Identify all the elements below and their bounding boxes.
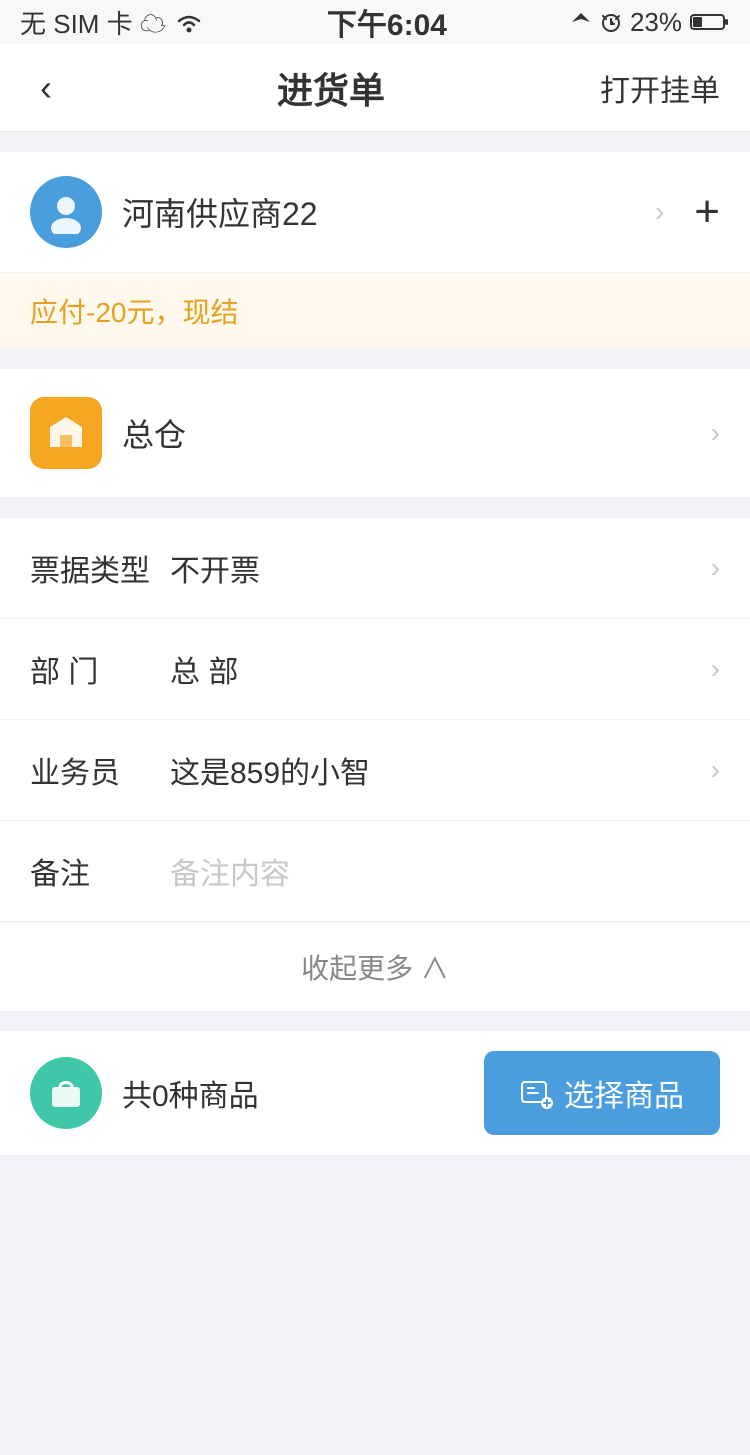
warehouse-icon (46, 413, 86, 453)
warehouse-icon-bg (30, 397, 102, 469)
status-bar: 无 SIM 卡 ☁ 下午6:04 23% (0, 0, 750, 44)
salesperson-value: 这是859的小智 (170, 748, 711, 792)
department-chevron-icon: › (711, 653, 720, 685)
supplier-name: 河南供应商22 (122, 189, 655, 235)
wifi-icon (174, 11, 204, 33)
select-product-label: 选择商品 (564, 1071, 684, 1115)
supplier-row[interactable]: 河南供应商22 › + (0, 152, 750, 273)
product-section: 共0种商品 选择商品 (0, 1031, 750, 1155)
battery-percent: 23% (630, 7, 682, 38)
notice-bar: 应付-20元，现结 (0, 273, 750, 349)
warehouse-row[interactable]: 总仓 › (0, 369, 750, 498)
signal-text: 无 SIM 卡 ☁ (20, 4, 166, 41)
salesperson-chevron-icon: › (711, 754, 720, 786)
location-icon (570, 11, 592, 33)
remark-input[interactable]: 备注内容 (170, 849, 720, 893)
supplier-chevron-icon: › (655, 196, 664, 228)
department-value: 总 部 (170, 647, 711, 691)
supplier-section: 河南供应商22 › + 应付-20元，现结 (0, 152, 750, 349)
add-supplier-button[interactable]: + (694, 187, 720, 237)
open-pending-button[interactable]: 打开挂单 (600, 66, 720, 110)
collapse-button[interactable]: 收起更多 ∧ (0, 922, 750, 1011)
alarm-icon (600, 11, 622, 33)
page-background (0, 1155, 750, 1455)
person-icon (44, 190, 88, 234)
gap-1 (0, 132, 750, 152)
shopping-bag-icon (46, 1073, 86, 1113)
select-product-icon (520, 1076, 554, 1110)
form-section: 票据类型 不开票 › 部 门 总 部 › 业务员 这是859的小智 › 备注 备… (0, 518, 750, 1011)
ticket-type-value: 不开票 (170, 546, 711, 590)
notice-text: 应付-20元，现结 (30, 297, 238, 328)
product-icon-bg (30, 1057, 102, 1129)
product-count-label: 共0种商品 (122, 1071, 484, 1115)
supplier-avatar (30, 176, 102, 248)
department-row[interactable]: 部 门 总 部 › (0, 619, 750, 720)
select-product-button[interactable]: 选择商品 (484, 1051, 720, 1135)
gap-3 (0, 498, 750, 518)
status-right: 23% (570, 7, 730, 38)
salesperson-label: 业务员 (30, 748, 170, 792)
status-left: 无 SIM 卡 ☁ (20, 4, 204, 41)
back-button[interactable]: ‹ (30, 57, 62, 119)
battery-icon (690, 11, 730, 33)
warehouse-label: 总仓 (122, 410, 711, 456)
page-title: 进货单 (277, 62, 385, 114)
nav-bar: ‹ 进货单 打开挂单 (0, 44, 750, 132)
gap-2 (0, 349, 750, 369)
ticket-type-label: 票据类型 (30, 546, 170, 590)
department-label: 部 门 (30, 647, 170, 691)
collapse-label: 收起更多 ∧ (301, 947, 449, 987)
warehouse-chevron-icon: › (711, 417, 720, 449)
salesperson-row[interactable]: 业务员 这是859的小智 › (0, 720, 750, 821)
ticket-type-row[interactable]: 票据类型 不开票 › (0, 518, 750, 619)
remark-label: 备注 (30, 849, 170, 893)
remark-row[interactable]: 备注 备注内容 (0, 821, 750, 922)
ticket-type-chevron-icon: › (711, 552, 720, 584)
status-time: 下午6:04 (327, 0, 447, 44)
